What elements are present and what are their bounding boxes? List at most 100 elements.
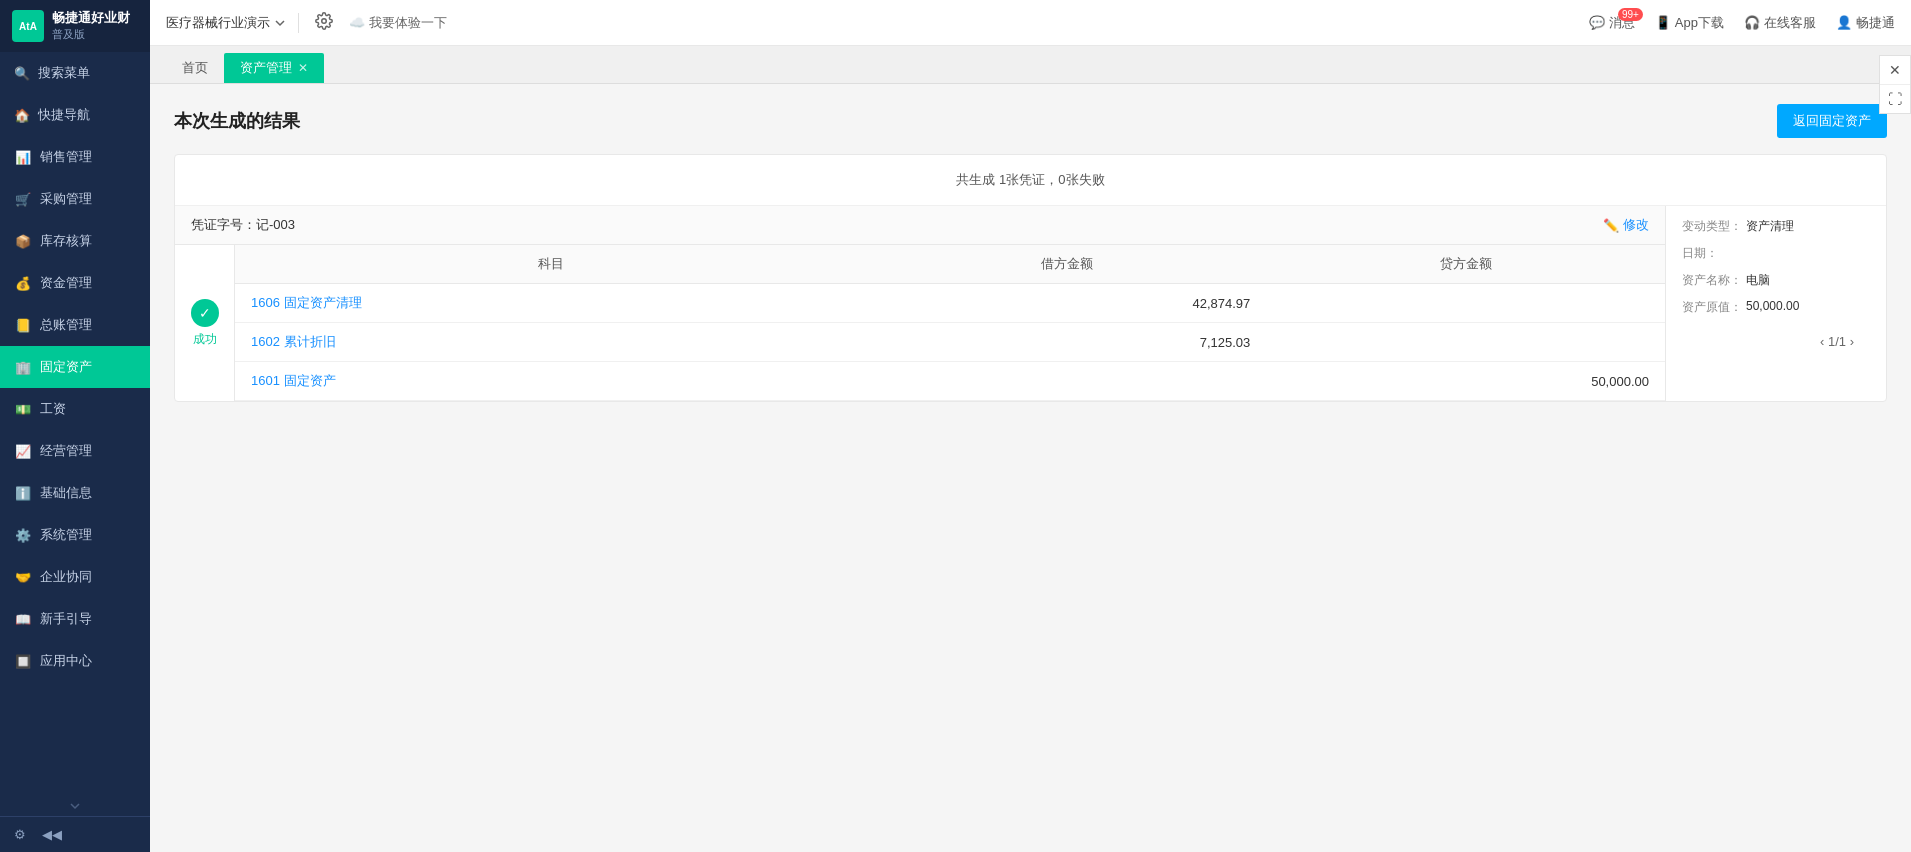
- collapse-button[interactable]: ◀◀: [42, 827, 62, 842]
- voucher-section: 凭证字号：记-003 ✏️ 修改 ✓ 成功: [175, 206, 1886, 401]
- sidebar-item-sales[interactable]: 📊 销售管理: [0, 136, 150, 178]
- search-menu[interactable]: 🔍 搜索菜单: [0, 52, 150, 94]
- result-card: 共生成 1张凭证，0张失败 凭证字号：记-003 ✏️ 修改 ✓ 成功: [174, 154, 1887, 402]
- app-edition: 普及版: [52, 27, 130, 41]
- sidebar-item-guide[interactable]: 📖 新手引导: [0, 598, 150, 640]
- settings-button[interactable]: ⚙: [14, 827, 26, 842]
- sidebar-item-label: 固定资产: [40, 358, 92, 376]
- content-area: 本次生成的结果 返回固定资产 共生成 1张凭证，0张失败 凭证字号：记-003 …: [150, 84, 1911, 852]
- topbar: 医疗器械行业演示 ☁️ 我要体验一下 💬 消息 99+ 📱 App下载 🎧 在线…: [150, 0, 1911, 46]
- expand-panel-button[interactable]: ⛶: [1880, 85, 1910, 113]
- result-summary-text: 共生成 1张凭证，0张失败: [956, 172, 1104, 187]
- system-icon: ⚙️: [14, 526, 32, 544]
- sidebar-nav: 📊 销售管理 🛒 采购管理 📦 库存核算 💰 资金管理 📒 总账管理 🏢 固定资…: [0, 136, 150, 796]
- quick-nav-icon: 🏠: [14, 108, 30, 123]
- app-name: 畅捷通好业财: [52, 10, 130, 27]
- edit-button[interactable]: ✏️ 修改: [1603, 216, 1649, 234]
- sidebar-item-salary[interactable]: 💵 工资: [0, 388, 150, 430]
- tab-close-icon[interactable]: ✕: [298, 61, 308, 75]
- edit-icon: ✏️: [1603, 218, 1619, 233]
- sidebar-item-fund[interactable]: 💰 资金管理: [0, 262, 150, 304]
- prev-page[interactable]: ‹: [1820, 334, 1824, 349]
- sidebar-item-system[interactable]: ⚙️ 系统管理: [0, 514, 150, 556]
- status-cell: ✓ 成功: [175, 245, 235, 401]
- voucher-main: 凭证字号：记-003 ✏️ 修改 ✓ 成功: [175, 206, 1666, 401]
- message-icon: 💬: [1589, 15, 1605, 30]
- debit-value: 7,125.03: [868, 323, 1267, 362]
- online-service-label: 在线客服: [1764, 14, 1816, 32]
- app-download-button[interactable]: 📱 App下载: [1655, 14, 1724, 32]
- inventory-icon: 📦: [14, 232, 32, 250]
- purchase-icon: 🛒: [14, 190, 32, 208]
- tab-home[interactable]: 首页: [166, 53, 224, 83]
- voucher-number: 凭证字号：记-003: [191, 216, 295, 234]
- credit-value: [1266, 323, 1665, 362]
- sidebar-item-label: 经营管理: [40, 442, 92, 460]
- sidebar-item-collab[interactable]: 🤝 企业协同: [0, 556, 150, 598]
- apps-icon: 🔲: [14, 652, 32, 670]
- subject-link[interactable]: 1606 固定资产清理: [251, 295, 362, 310]
- logo-icon: AtA: [12, 10, 44, 42]
- main-area: 医疗器械行业演示 ☁️ 我要体验一下 💬 消息 99+ 📱 App下载 🎧 在线…: [150, 0, 1911, 852]
- topbar-settings-button[interactable]: [311, 8, 337, 37]
- company-selector[interactable]: 医疗器械行业演示: [166, 14, 286, 32]
- sidebar-item-apps[interactable]: 🔲 应用中心: [0, 640, 150, 682]
- search-menu-label: 搜索菜单: [38, 64, 90, 82]
- sidebar-item-label: 销售管理: [40, 148, 92, 166]
- tab-assets[interactable]: 资产管理 ✕: [224, 53, 324, 83]
- user-label: 畅捷通: [1856, 14, 1895, 32]
- tab-assets-label: 资产管理: [240, 59, 292, 77]
- sidebar-item-label: 企业协同: [40, 568, 92, 586]
- sidebar-item-label: 应用中心: [40, 652, 92, 670]
- svg-point-0: [322, 19, 327, 24]
- next-page[interactable]: ›: [1850, 334, 1854, 349]
- user-menu[interactable]: 👤 畅捷通: [1836, 14, 1895, 32]
- sidebar-logo: AtA 畅捷通好业财 普及版: [0, 0, 150, 52]
- basic-icon: ℹ️: [14, 484, 32, 502]
- table-with-status: ✓ 成功 科目 借方金额 贷方金额: [175, 245, 1665, 401]
- back-button[interactable]: 返回固定资产: [1777, 104, 1887, 138]
- tab-home-label: 首页: [182, 59, 208, 77]
- tabs-bar: 首页 资产管理 ✕: [150, 46, 1911, 84]
- experience-button[interactable]: ☁️ 我要体验一下: [349, 14, 447, 32]
- debit-value: [868, 362, 1267, 401]
- side-change-type: 变动类型： 资产清理: [1682, 218, 1870, 235]
- col-subject: 科目: [235, 245, 868, 284]
- sidebar-item-assets[interactable]: 🏢 固定资产: [0, 346, 150, 388]
- credit-value: 50,000.00: [1266, 362, 1665, 401]
- topbar-right: 💬 消息 99+ 📱 App下载 🎧 在线客服 👤 畅捷通: [1589, 14, 1895, 32]
- credit-value: [1266, 284, 1665, 323]
- close-panel-button[interactable]: ✕: [1880, 56, 1910, 85]
- date-label: 日期：: [1682, 245, 1718, 262]
- sidebar-bottom: ⚙ ◀◀: [0, 816, 150, 852]
- asset-value-label: 资产原值：: [1682, 299, 1742, 316]
- voucher-table: 科目 借方金额 贷方金额 1606 固定资产清理 42,874.97: [235, 245, 1665, 401]
- sidebar-item-purchase[interactable]: 🛒 采购管理: [0, 178, 150, 220]
- sidebar-item-ledger[interactable]: 📒 总账管理: [0, 304, 150, 346]
- subject-link[interactable]: 1602 累计折旧: [251, 334, 336, 349]
- assets-icon: 🏢: [14, 358, 32, 376]
- message-button[interactable]: 💬 消息 99+: [1589, 14, 1635, 32]
- table-row: 1602 累计折旧 7,125.03: [235, 323, 1665, 362]
- pagination: ‹ 1/1 ›: [1682, 326, 1870, 357]
- sidebar-item-label: 资金管理: [40, 274, 92, 292]
- sidebar-item-basic[interactable]: ℹ️ 基础信息: [0, 472, 150, 514]
- headset-icon: 🎧: [1744, 15, 1760, 30]
- side-date: 日期：: [1682, 245, 1870, 262]
- subject-link[interactable]: 1601 固定资产: [251, 373, 336, 388]
- side-asset-name: 资产名称： 电脑: [1682, 272, 1870, 289]
- edit-label: 修改: [1623, 216, 1649, 234]
- user-icon: 👤: [1836, 15, 1852, 30]
- change-type-value: 资产清理: [1746, 218, 1794, 235]
- sidebar-item-inventory[interactable]: 📦 库存核算: [0, 220, 150, 262]
- sidebar-item-business[interactable]: 📈 经营管理: [0, 430, 150, 472]
- side-asset-value: 资产原值： 50,000.00: [1682, 299, 1870, 316]
- online-service-button[interactable]: 🎧 在线客服: [1744, 14, 1816, 32]
- sidebar-item-quick-nav[interactable]: 🏠 快捷导航: [0, 94, 150, 136]
- scroll-indicator: [0, 796, 150, 816]
- sales-icon: 📊: [14, 148, 32, 166]
- topbar-divider: [298, 13, 299, 33]
- guide-icon: 📖: [14, 610, 32, 628]
- debit-value: 42,874.97: [868, 284, 1267, 323]
- asset-name-label: 资产名称：: [1682, 272, 1742, 289]
